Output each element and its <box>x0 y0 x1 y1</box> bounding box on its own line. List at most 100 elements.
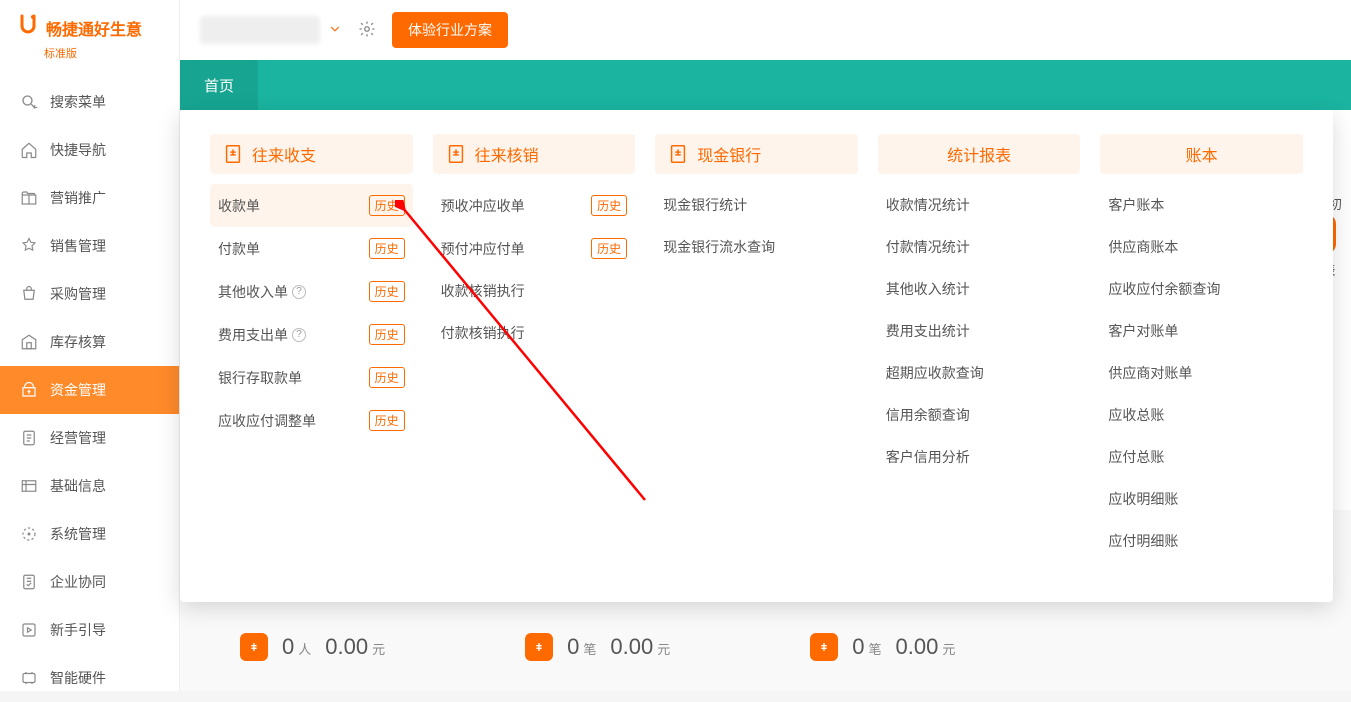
menu-item[interactable]: 费用支出统计 <box>878 310 1081 352</box>
menu-item[interactable]: 收款单历史 <box>210 184 413 227</box>
mega-col-header: 账本 <box>1100 134 1303 174</box>
mega-col-header: 现金银行 <box>655 134 858 174</box>
menu-item-label: 信用余额查询 <box>886 405 970 425</box>
sidebar-item-basic[interactable]: 基础信息 <box>0 462 179 510</box>
menu-item[interactable]: 客户对账单 <box>1100 310 1303 352</box>
menu-item-label: 其他收入统计 <box>886 279 970 299</box>
history-badge[interactable]: 历史 <box>369 410 405 431</box>
mega-col-title: 往来收支 <box>252 142 316 166</box>
stat-count: 0 <box>852 634 864 660</box>
menu-item[interactable]: 付款核销执行 <box>433 312 636 354</box>
newbie-icon <box>20 621 38 639</box>
menu-item-label: 费用支出统计 <box>886 321 970 341</box>
sidebar-item-label: 资金管理 <box>50 380 106 400</box>
history-badge[interactable]: 历史 <box>369 281 405 302</box>
stat-unit: 人 <box>298 639 311 658</box>
sales-icon <box>20 237 38 255</box>
chevron-down-icon <box>328 22 342 39</box>
menu-item-label: 客户信用分析 <box>886 447 970 467</box>
sidebar-item-operation[interactable]: 经营管理 <box>0 414 179 462</box>
history-badge[interactable]: 历史 <box>369 367 405 388</box>
menu-item[interactable]: 现金银行流水查询 <box>655 226 858 268</box>
menu-item[interactable]: 预收冲应收单 历史 <box>433 184 636 227</box>
sidebar-item-hardware[interactable]: 智能硬件 <box>0 654 179 702</box>
menu-item[interactable]: 付款单历史 <box>210 227 413 270</box>
sidebar-item-search[interactable]: 搜索菜单 <box>0 78 179 126</box>
menu-item[interactable]: 供应商对账单 <box>1100 352 1303 394</box>
menu-item[interactable]: 其他收入单? 历史 <box>210 270 413 313</box>
menu-item[interactable]: 收款核销执行 <box>433 270 636 312</box>
stat-amount: 0.00 <box>895 634 938 660</box>
menu-item-label: 现金银行流水查询 <box>663 237 775 257</box>
sidebar-item-quicknav[interactable]: 快捷导航 <box>0 126 179 174</box>
sidebar-item-label: 新手引导 <box>50 620 106 640</box>
hardware-icon <box>20 669 38 687</box>
menu-item-label: 应付明细账 <box>1108 531 1178 551</box>
mega-col-header: 往来收支 <box>210 134 413 174</box>
company-selector[interactable] <box>200 16 342 44</box>
help-icon[interactable]: ? <box>292 285 306 299</box>
menu-item[interactable]: 应收总账 <box>1100 394 1303 436</box>
sidebar-item-system[interactable]: 系统管理 <box>0 510 179 558</box>
menu-item[interactable]: 银行存取款单 历史 <box>210 356 413 399</box>
mega-col-title: 账本 <box>1186 142 1218 166</box>
menu-item[interactable]: 应收应付调整单历史 <box>210 399 413 442</box>
menu-item[interactable]: 应付明细账 <box>1100 520 1303 562</box>
tab-home[interactable]: 首页 <box>180 60 258 110</box>
sidebar-item-enterprise[interactable]: 企业协同 <box>0 558 179 606</box>
menu-item[interactable]: 供应商账本 <box>1100 226 1303 268</box>
menu-item[interactable]: 信用余额查询 <box>878 394 1081 436</box>
help-icon[interactable]: ? <box>292 328 306 342</box>
history-badge[interactable]: 历史 <box>369 195 405 216</box>
logo-area: 畅捷通好生意 标准版 <box>0 0 179 70</box>
sidebar-item-inventory[interactable]: 库存核算 <box>0 318 179 366</box>
mega-col: 往来收支收款单历史付款单历史其他收入单?历史费用支出单?历史银行存取款单历史应收… <box>210 134 413 562</box>
gear-icon[interactable] <box>358 20 376 41</box>
history-badge[interactable]: 历史 <box>591 195 627 216</box>
history-badge[interactable]: 历史 <box>591 238 627 259</box>
mega-col-header: 统计报表 <box>878 134 1081 174</box>
sidebar-item-marketing[interactable]: 营销推广 <box>0 174 179 222</box>
menu-item-label: 预付冲应付单 <box>441 239 525 259</box>
mega-col-header: 往来核销 <box>433 134 636 174</box>
stat-amount: 0.00 <box>325 634 368 660</box>
sidebar-item-sales[interactable]: 销售管理 <box>0 222 179 270</box>
sidebar-item-label: 采购管理 <box>50 284 106 304</box>
sidebar-item-label: 营销推广 <box>50 188 106 208</box>
menu-item[interactable]: 应付总账 <box>1100 436 1303 478</box>
menu-item[interactable]: 客户信用分析 <box>878 436 1081 478</box>
menu-item-label: 银行存取款单 <box>218 368 302 388</box>
menu-item[interactable]: 付款情况统计 <box>878 226 1081 268</box>
purchase-icon <box>20 285 38 303</box>
menu-item-label: 应收总账 <box>1108 405 1164 425</box>
menu-item-label: 应收明细账 <box>1108 489 1178 509</box>
mega-col: 统计报表收款情况统计付款情况统计其他收入统计费用支出统计超期应收款查询信用余额查… <box>878 134 1081 562</box>
menu-item[interactable]: 应收应付余额查询 <box>1100 268 1303 310</box>
menu-item[interactable]: 现金银行统计 <box>655 184 858 226</box>
sidebar-item-purchase[interactable]: 采购管理 <box>0 270 179 318</box>
menu-item[interactable]: 费用支出单?历史 <box>210 313 413 356</box>
mega-col: 往来核销预收冲应收单历史预付冲应付单历史收款核销执行付款核销执行 <box>433 134 636 562</box>
sidebar-item-newbie[interactable]: 新手引导 <box>0 606 179 654</box>
menu-item[interactable]: 其他收入统计 <box>878 268 1081 310</box>
menu-item-label: 客户账本 <box>1108 195 1164 215</box>
history-badge[interactable]: 历史 <box>369 324 405 345</box>
menu-item[interactable]: 收款情况统计 <box>878 184 1081 226</box>
stats-row: 0 人 0.00 元 0 笔 0.00 元 0 笔 0.00 元 <box>200 633 1321 661</box>
menu-item-label: 其他收入单? <box>218 282 306 302</box>
menu-item-label: 预收冲应收单 <box>441 196 525 216</box>
menu-item[interactable]: 预付冲应付单 历史 <box>433 227 636 270</box>
sidebar-item-label: 企业协同 <box>50 572 106 592</box>
sidebar-item-funds[interactable]: 资金管理 <box>0 366 179 414</box>
menu-item[interactable]: 超期应收款查询 <box>878 352 1081 394</box>
menu-item-label: 供应商账本 <box>1108 237 1178 257</box>
history-badge[interactable]: 历史 <box>369 238 405 259</box>
cta-button[interactable]: 体验行业方案 <box>392 12 508 48</box>
menu-item[interactable]: 客户账本 <box>1100 184 1303 226</box>
menu-item-label: 应收应付余额查询 <box>1108 279 1220 299</box>
marketing-icon <box>20 189 38 207</box>
doc-icon <box>222 143 244 165</box>
menu-item[interactable]: 应收明细账 <box>1100 478 1303 520</box>
stat-icon <box>810 633 838 661</box>
search-icon <box>20 93 38 111</box>
